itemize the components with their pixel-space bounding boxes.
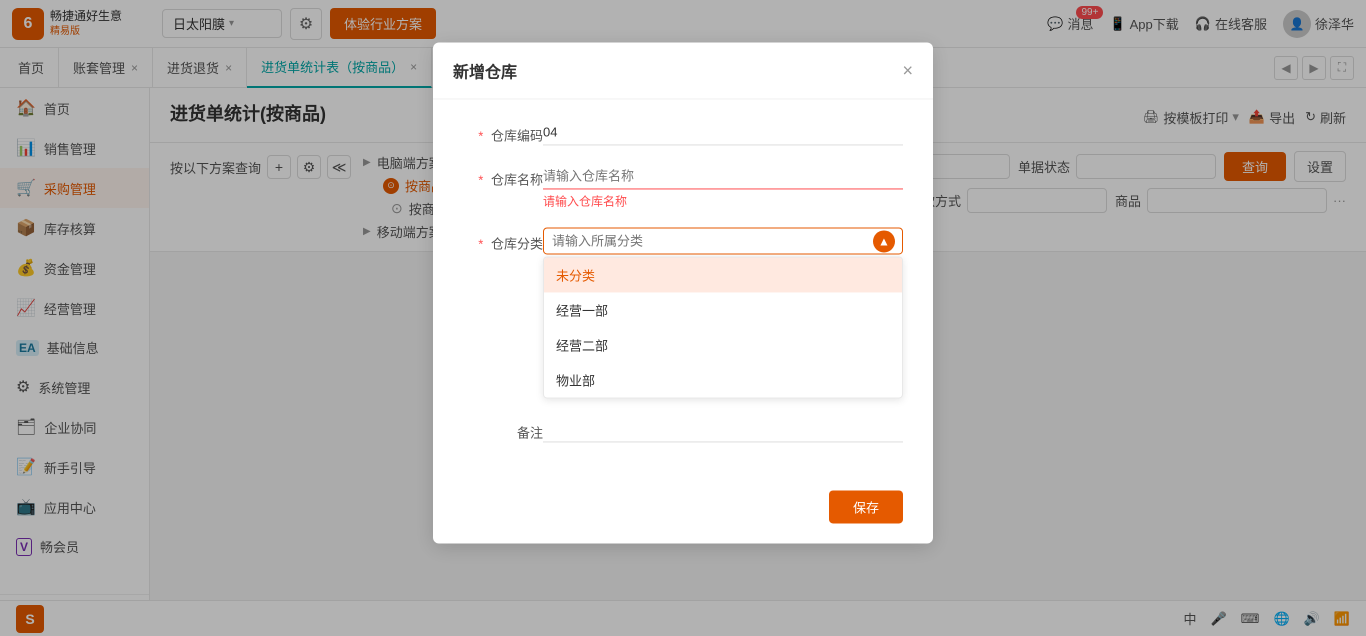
name-input[interactable] (543, 163, 903, 189)
dropdown-option-3[interactable]: 物业部 (544, 362, 902, 397)
dropdown-option-1[interactable]: 经营一部 (544, 292, 902, 327)
notes-label: 备注 (463, 416, 543, 441)
modal-title: 新增仓库 (453, 58, 517, 82)
dropdown-option-2[interactable]: 经营二部 (544, 327, 902, 362)
modal-footer: 保存 (433, 480, 933, 543)
category-dropdown-wrapper: ▲ (543, 227, 903, 254)
notes-input[interactable] (543, 416, 903, 442)
category-form-row: * 仓库分类 ▲ 未分类 经营一部 经营二部 物业部 (463, 227, 903, 398)
code-label: * 仓库编码 (463, 119, 543, 144)
save-btn[interactable]: 保存 (829, 490, 903, 523)
modal-body: * 仓库编码 * 仓库名称 请输入仓库名称 * 仓库分类 (433, 99, 933, 480)
add-warehouse-modal: 新增仓库 × * 仓库编码 * 仓库名称 请输入仓库名称 (433, 42, 933, 543)
notes-form-row: 备注 (463, 416, 903, 442)
dropdown-option-0[interactable]: 未分类 (544, 257, 902, 292)
name-input-area: 请输入仓库名称 (543, 163, 903, 209)
category-label: * 仓库分类 (463, 227, 543, 252)
category-input-area: ▲ 未分类 经营一部 经营二部 物业部 (543, 227, 903, 398)
modal-header: 新增仓库 × (433, 42, 933, 99)
category-dropdown-toggle[interactable]: ▲ (873, 230, 895, 252)
modal-close-btn[interactable]: × (902, 60, 913, 81)
name-error-msg: 请输入仓库名称 (543, 192, 903, 209)
code-input-area (543, 119, 903, 145)
category-input[interactable] (543, 227, 903, 254)
notes-input-area (543, 416, 903, 442)
name-label: * 仓库名称 (463, 163, 543, 188)
name-form-row: * 仓库名称 请输入仓库名称 (463, 163, 903, 209)
category-dropdown-list: 未分类 经营一部 经营二部 物业部 (543, 256, 903, 398)
code-form-row: * 仓库编码 (463, 119, 903, 145)
code-input[interactable] (543, 119, 903, 145)
